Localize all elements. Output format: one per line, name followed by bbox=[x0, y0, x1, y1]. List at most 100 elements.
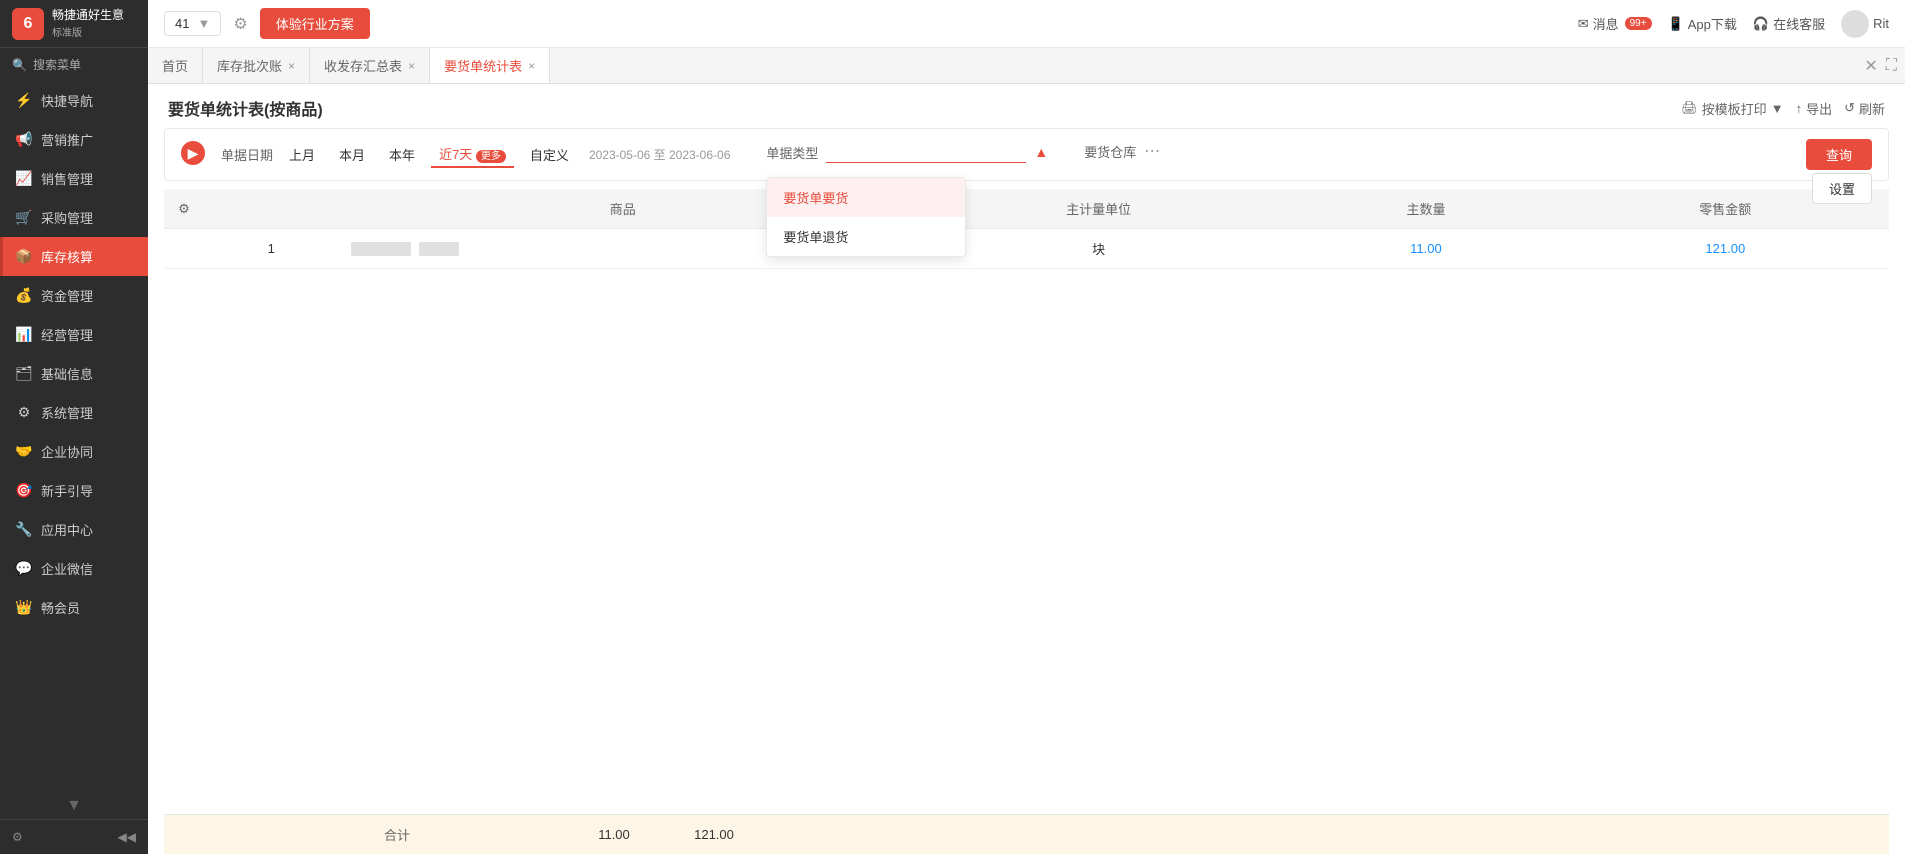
trial-button[interactable]: 体验行业方案 bbox=[260, 8, 370, 39]
last-month-btn[interactable]: 上月 bbox=[281, 142, 323, 167]
dropdown-item-order-return[interactable]: 要货单退货 bbox=[767, 217, 965, 256]
this-year-btn[interactable]: 本年 bbox=[381, 142, 423, 167]
table-row: 1 块 11.00 121.00 bbox=[164, 229, 1889, 269]
table-header-row: ⚙ 商品 主计量单位 主数量 零售金额 bbox=[164, 189, 1889, 229]
tab-close-receive-summary[interactable]: × bbox=[408, 59, 415, 73]
sidebar-item-app-center[interactable]: 🔧 应用中心 bbox=[0, 510, 148, 549]
query-button[interactable]: 查询 bbox=[1806, 139, 1872, 170]
basic-info-icon: 🗂 bbox=[15, 365, 33, 382]
this-month-btn[interactable]: 本月 bbox=[331, 142, 373, 167]
sidebar-item-sales[interactable]: 📈 销售管理 bbox=[0, 159, 148, 198]
data-table: ⚙ 商品 主计量单位 主数量 零售金额 1 bbox=[164, 189, 1889, 269]
date-range-display: 2023-05-06 至 2023-06-06 bbox=[589, 146, 730, 163]
filter-date-group: 单据日期 上月 本月 本年 近7天 更多 自定义 2023-05-06 至 20… bbox=[221, 141, 730, 168]
user-name: Rit bbox=[1873, 16, 1889, 31]
operations-icon: 📊 bbox=[15, 326, 33, 343]
sidebar-item-operations[interactable]: 📊 经营管理 bbox=[0, 315, 148, 354]
row-quantity[interactable]: 11.00 bbox=[1290, 229, 1561, 269]
sidebar-item-wechat-biz[interactable]: 💬 企业微信 bbox=[0, 549, 148, 588]
tab-close-all-icon[interactable]: ✕ bbox=[1864, 56, 1877, 76]
sidebar: 6 畅捷通好生意 标准版 🔍 搜索菜单 ⚡ 快捷导航 📢 营销推广 📈 销售管理… bbox=[0, 0, 148, 854]
sidebar-item-guide[interactable]: 🎯 新手引导 bbox=[0, 471, 148, 510]
sales-icon: 📈 bbox=[15, 170, 33, 187]
tab-receive-summary[interactable]: 收发存汇总表 × bbox=[310, 48, 430, 83]
top-header: 41 ▼ ⚙ 体验行业方案 ✉ 消息 99+ 📱 App下载 🎧 在线客服 R bbox=[148, 0, 1905, 48]
sidebar-item-purchase[interactable]: 🛒 采购管理 bbox=[0, 198, 148, 237]
app-center-icon: 🔧 bbox=[15, 521, 33, 538]
phone-icon: 📱 bbox=[1668, 16, 1684, 32]
print-template-btn[interactable]: 🖨 按模板打印 ▼ bbox=[1681, 99, 1783, 118]
footer-quantity: 11.00 bbox=[564, 827, 664, 842]
sidebar-item-inventory[interactable]: 📦 库存核算 bbox=[0, 237, 148, 276]
tab-order-summary[interactable]: 要货单统计表 × bbox=[430, 48, 550, 83]
logo-icon: 6 bbox=[12, 8, 44, 40]
header-settings-icon[interactable]: ⚙ bbox=[233, 14, 247, 34]
avatar bbox=[1841, 10, 1869, 38]
sidebar-collapse-icon[interactable]: ◀◀ bbox=[118, 830, 136, 844]
product-placeholder bbox=[351, 242, 411, 256]
system-icon: ⚙ bbox=[15, 404, 33, 421]
refresh-btn[interactable]: ↺ 刷新 bbox=[1844, 99, 1885, 118]
last-7-days-btn[interactable]: 近7天 更多 bbox=[431, 141, 514, 168]
tab-home[interactable]: 首页 bbox=[148, 48, 203, 83]
type-filter-label: 单据类型 bbox=[766, 143, 818, 162]
quick-nav-icon: ⚡ bbox=[15, 92, 33, 109]
finance-icon: 💰 bbox=[15, 287, 33, 304]
store-selector[interactable]: 41 ▼ bbox=[164, 11, 221, 36]
custom-date-btn[interactable]: 自定义 bbox=[522, 142, 577, 167]
tab-inventory-batch[interactable]: 库存批次账 × bbox=[203, 48, 310, 83]
sidebar-item-membership[interactable]: 👑 畅会员 bbox=[0, 588, 148, 627]
app-download-action[interactable]: 📱 App下载 bbox=[1668, 14, 1737, 33]
dropdown-item-order-goods[interactable]: 要货单要货 bbox=[767, 178, 965, 217]
sidebar-item-basic-info[interactable]: 🗂 基础信息 bbox=[0, 354, 148, 393]
filter-warehouse-group: 要货仓库 ⋯ bbox=[1084, 141, 1160, 161]
messages-badge: 99+ bbox=[1625, 17, 1652, 30]
sidebar-nav: ⚡ 快捷导航 📢 营销推广 📈 销售管理 🛒 采购管理 📦 库存核算 💰 资金管… bbox=[0, 81, 148, 793]
sidebar-footer: ⚙ ◀◀ bbox=[0, 819, 148, 854]
footer-total-label: 合计 bbox=[384, 825, 444, 844]
marketing-icon: 📢 bbox=[15, 131, 33, 148]
sidebar-item-marketing[interactable]: 📢 营销推广 bbox=[0, 120, 148, 159]
purchase-icon: 🛒 bbox=[15, 209, 33, 226]
wechat-biz-icon: 💬 bbox=[15, 560, 33, 577]
sidebar-item-finance[interactable]: 💰 资金管理 bbox=[0, 276, 148, 315]
tab-close-inventory-batch[interactable]: × bbox=[288, 59, 295, 73]
product-placeholder2 bbox=[419, 242, 459, 256]
enterprise-icon: 🤝 bbox=[15, 443, 33, 460]
export-icon: ↑ bbox=[1796, 101, 1803, 116]
type-input[interactable] bbox=[826, 141, 1026, 163]
page-actions: 🖨 按模板打印 ▼ ↑ 导出 ↺ 刷新 bbox=[1681, 99, 1885, 118]
user-profile[interactable]: Rit bbox=[1841, 10, 1889, 38]
guide-icon: 🎯 bbox=[15, 482, 33, 499]
col-header-settings[interactable]: ⚙ bbox=[164, 189, 204, 229]
type-dropdown: 要货单要货 要货单退货 bbox=[766, 177, 966, 257]
filter-type-group: 单据类型 ▲ 要货单要货 要货单退货 bbox=[766, 141, 1048, 163]
online-service-action[interactable]: 🎧 在线客服 bbox=[1753, 14, 1825, 33]
sidebar-item-quick-nav[interactable]: ⚡ 快捷导航 bbox=[0, 81, 148, 120]
headset-icon: 🎧 bbox=[1753, 16, 1769, 32]
tab-bar-actions: ✕ ⛶ bbox=[1856, 56, 1905, 76]
row-amount[interactable]: 121.00 bbox=[1562, 229, 1889, 269]
sidebar-search[interactable]: 🔍 搜索菜单 bbox=[0, 48, 148, 81]
sidebar-settings-icon[interactable]: ⚙ bbox=[12, 830, 23, 844]
more-badge: 更多 bbox=[476, 150, 506, 163]
export-btn[interactable]: ↑ 导出 bbox=[1796, 99, 1833, 118]
tab-expand-icon[interactable]: ⛶ bbox=[1886, 57, 1897, 75]
col-header-seq bbox=[204, 189, 339, 229]
search-icon: 🔍 bbox=[12, 58, 27, 72]
warehouse-more-icon[interactable]: ⋯ bbox=[1144, 141, 1160, 161]
row-settings-cell bbox=[164, 229, 204, 269]
type-chevron-up-icon[interactable]: ▲ bbox=[1034, 144, 1048, 160]
sidebar-item-enterprise[interactable]: 🤝 企业协同 bbox=[0, 432, 148, 471]
footer-amount: 121.00 bbox=[664, 827, 764, 842]
sidebar-item-system[interactable]: ⚙ 系统管理 bbox=[0, 393, 148, 432]
settings-button[interactable]: 设置 bbox=[1812, 173, 1872, 204]
col-header-quantity: 主数量 bbox=[1290, 189, 1561, 229]
messages-action[interactable]: ✉ 消息 99+ bbox=[1578, 14, 1652, 33]
filter-expand-btn[interactable]: ▶ bbox=[181, 141, 205, 165]
print-chevron-icon: ▼ bbox=[1771, 101, 1784, 116]
header-left: 41 ▼ ⚙ 体验行业方案 bbox=[164, 8, 370, 39]
sidebar-scroll-down[interactable]: ▼ bbox=[0, 793, 148, 819]
tab-bar: 首页 库存批次账 × 收发存汇总表 × 要货单统计表 × ✕ ⛶ bbox=[148, 48, 1905, 84]
tab-close-order-summary[interactable]: × bbox=[528, 59, 535, 73]
